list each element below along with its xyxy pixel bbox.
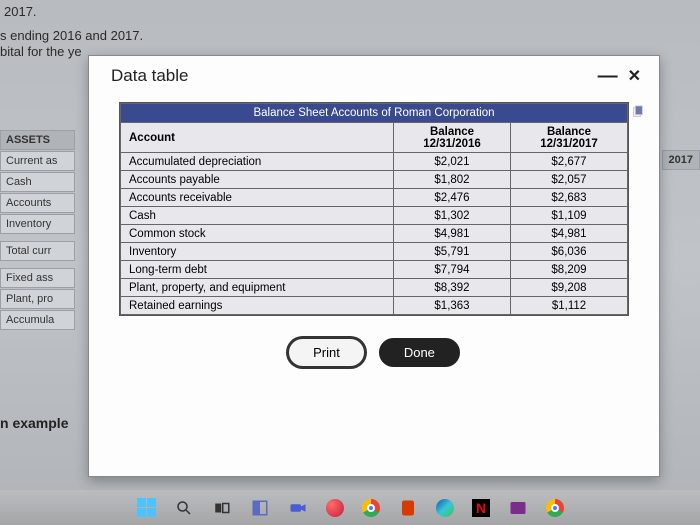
app-icon-red[interactable] <box>326 499 344 517</box>
bg-sidebar-cell: ASSETS <box>0 130 75 150</box>
col-header-2017: Balance12/31/2017 <box>511 123 628 153</box>
table-title-text: Balance Sheet Accounts of Roman Corporat… <box>253 107 494 119</box>
table-title: Balance Sheet Accounts of Roman Corporat… <box>121 104 628 123</box>
bg-text-2: s ending 2016 and 2017. <box>0 28 143 43</box>
done-button[interactable]: Done <box>379 338 460 367</box>
balance-sheet-table: Balance Sheet Accounts of Roman Corporat… <box>120 103 628 315</box>
cell-account: Accounts receivable <box>121 189 394 207</box>
cell-account: Long-term debt <box>121 261 394 279</box>
cell-account: Accounts payable <box>121 171 394 189</box>
cell-2016: $5,791 <box>394 243 511 261</box>
table-row: Accounts receivable$2,476$2,683 <box>121 189 628 207</box>
cell-2016: $1,802 <box>394 171 511 189</box>
cell-account: Retained earnings <box>121 297 394 315</box>
table-body: Accumulated depreciation$2,021$2,677Acco… <box>121 153 628 315</box>
cell-account: Inventory <box>121 243 394 261</box>
table-row: Long-term debt$7,794$8,209 <box>121 261 628 279</box>
office-icon[interactable] <box>398 498 418 518</box>
windows-taskbar: N <box>0 490 700 525</box>
cell-2017: $2,683 <box>511 189 628 207</box>
netflix-icon[interactable]: N <box>472 499 490 517</box>
search-icon[interactable] <box>174 498 194 518</box>
data-table-modal: Data table — ✕ Balance Sheet Accounts of… <box>88 55 660 477</box>
modal-footer: Print Done <box>89 338 659 367</box>
copy-icon[interactable] <box>631 105 645 119</box>
bg-sidebar-cell: Inventory <box>0 214 75 234</box>
table-row: Inventory$5,791$6,036 <box>121 243 628 261</box>
minimize-icon[interactable]: — <box>598 71 618 81</box>
cell-2017: $6,036 <box>511 243 628 261</box>
bg-text-3: bital for the ye <box>0 44 82 59</box>
chrome-icon[interactable] <box>362 499 380 517</box>
bg-sidebar-cell: Total curr <box>0 241 75 261</box>
cell-2016: $4,981 <box>394 225 511 243</box>
table-row: Cash$1,302$1,109 <box>121 207 628 225</box>
app-icon-2[interactable] <box>508 498 528 518</box>
col-header-account: Account <box>121 123 394 153</box>
cell-2016: $8,392 <box>394 279 511 297</box>
cell-2017: $9,208 <box>511 279 628 297</box>
close-icon[interactable]: ✕ <box>628 66 641 86</box>
cell-2016: $2,021 <box>394 153 511 171</box>
table-row: Common stock$4,981$4,981 <box>121 225 628 243</box>
bg-right-tag: 2017 <box>662 150 700 170</box>
cell-2017: $2,057 <box>511 171 628 189</box>
cell-2016: $2,476 <box>394 189 511 207</box>
cell-2017: $2,677 <box>511 153 628 171</box>
chrome-icon-2[interactable] <box>546 499 564 517</box>
cell-2017: $4,981 <box>511 225 628 243</box>
camera-icon[interactable] <box>288 498 308 518</box>
bg-sidebar-cell: Cash <box>0 172 75 192</box>
cell-2016: $7,794 <box>394 261 511 279</box>
cell-2017: $1,109 <box>511 207 628 225</box>
bg-sidebar-cell: Accounts <box>0 193 75 213</box>
col-header-2016: Balance12/31/2016 <box>394 123 511 153</box>
table-row: Retained earnings$1,363$1,112 <box>121 297 628 315</box>
cell-2016: $1,302 <box>394 207 511 225</box>
edge-icon[interactable] <box>436 499 454 517</box>
background-sidebar: ASSETSCurrent asCashAccountsInventory Tot… <box>0 130 75 331</box>
bg-sidebar-cell: Current as <box>0 151 75 171</box>
start-icon[interactable] <box>136 498 156 518</box>
table-row: Accounts payable$1,802$2,057 <box>121 171 628 189</box>
table-row: Plant, property, and equipment$8,392$9,2… <box>121 279 628 297</box>
table-row: Accumulated depreciation$2,021$2,677 <box>121 153 628 171</box>
bg-sidebar-cell: Fixed ass <box>0 268 75 288</box>
modal-header: Data table — ✕ <box>89 56 659 92</box>
bg-text-1: 2017. <box>4 4 37 19</box>
bg-example-text: n example <box>0 415 68 431</box>
cell-2017: $8,209 <box>511 261 628 279</box>
cell-account: Accumulated depreciation <box>121 153 394 171</box>
modal-title: Data table <box>111 66 189 86</box>
cell-account: Plant, property, and equipment <box>121 279 394 297</box>
bg-sidebar-cell: Accumula <box>0 310 75 330</box>
modal-window-controls: — ✕ <box>598 66 641 86</box>
balance-sheet-table-wrap: Balance Sheet Accounts of Roman Corporat… <box>119 102 629 316</box>
print-button[interactable]: Print <box>288 338 365 367</box>
cell-2016: $1,363 <box>394 297 511 315</box>
taskview-icon[interactable] <box>212 498 232 518</box>
cell-account: Common stock <box>121 225 394 243</box>
bg-sidebar-cell: Plant, pro <box>0 289 75 309</box>
cell-2017: $1,112 <box>511 297 628 315</box>
app-icon-1[interactable] <box>250 498 270 518</box>
cell-account: Cash <box>121 207 394 225</box>
